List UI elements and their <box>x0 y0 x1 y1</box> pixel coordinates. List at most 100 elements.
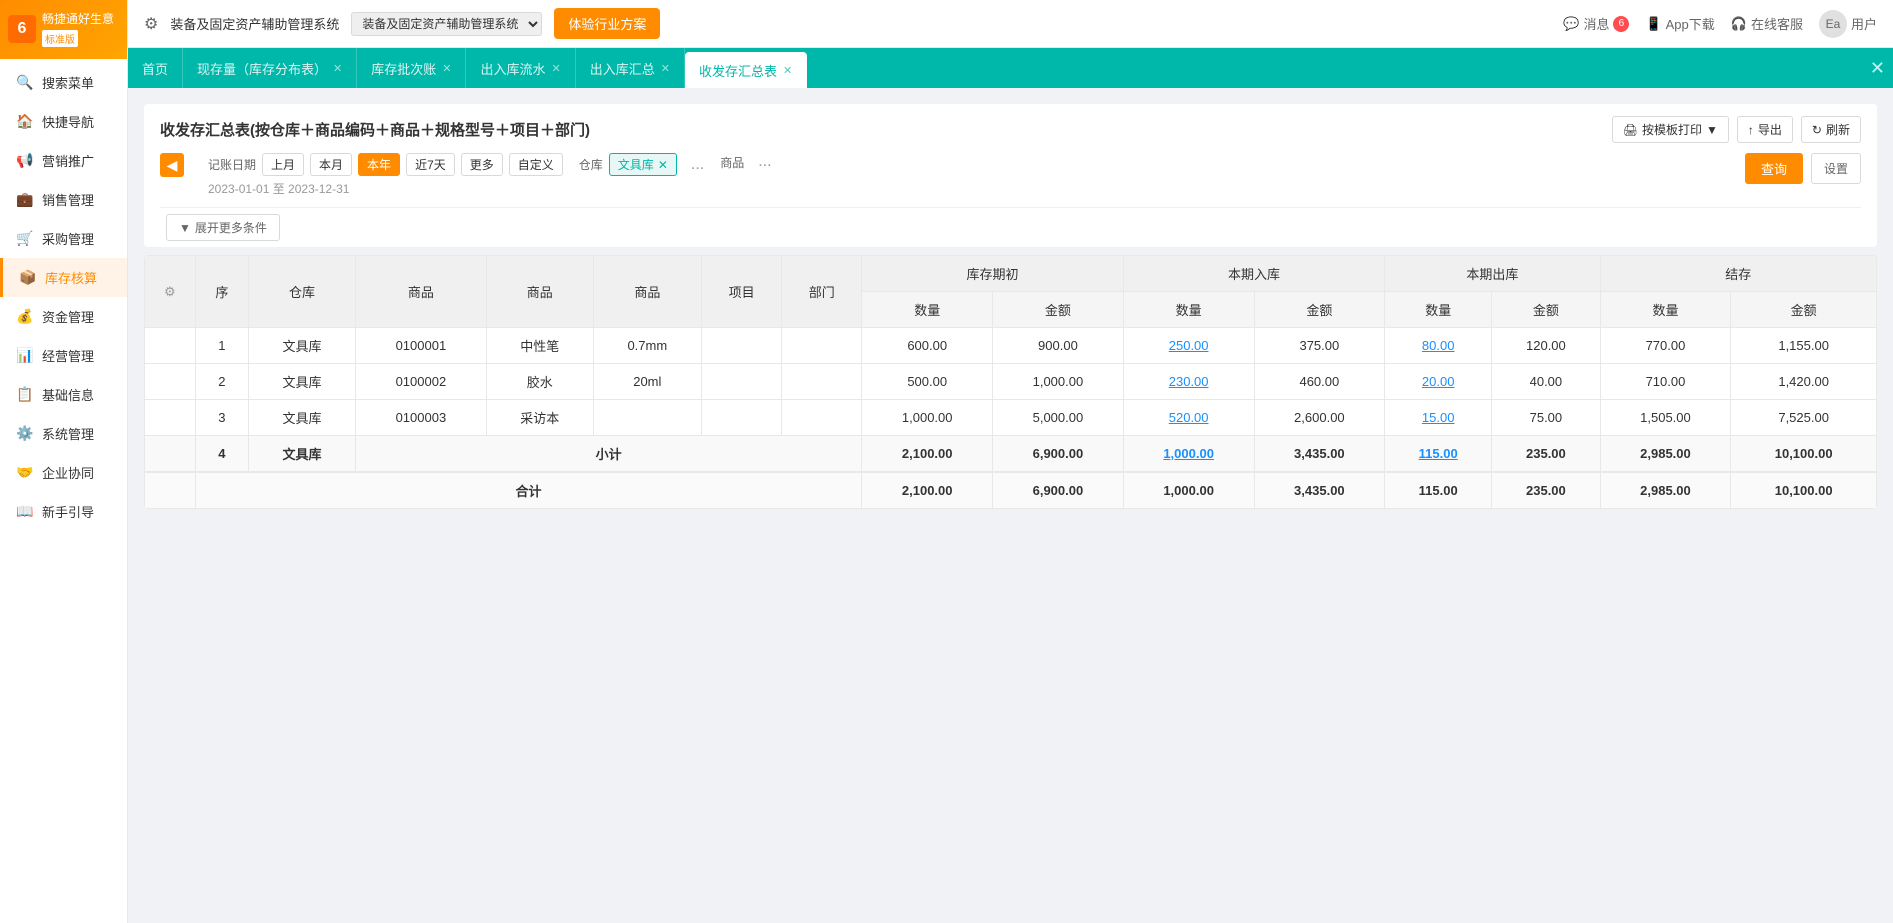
row-spec: 20ml <box>593 364 701 400</box>
setting-button[interactable]: 设置 <box>1811 153 1861 184</box>
tab-batch-close[interactable]: ✕ <box>442 62 451 75</box>
col-settings[interactable]: ⚙ <box>145 256 196 328</box>
print-template-btn[interactable]: 🖨 按模板打印 ▼ <box>1612 116 1729 143</box>
tab-home[interactable]: 首页 <box>128 48 183 88</box>
filter-collapse-btn[interactable]: ◀ <box>160 153 184 177</box>
system-icon: ⚙️ <box>16 425 34 442</box>
online-service-btn[interactable]: 🎧 在线客服 <box>1731 14 1803 33</box>
filter-panel: 收发存汇总表(按仓库＋商品编码＋商品＋规格型号＋项目＋部门) 🖨 按模板打印 ▼… <box>144 104 1877 247</box>
col-open-header: 库存期初 <box>862 256 1123 292</box>
row-bal-qty: 1,505.00 <box>1600 400 1731 436</box>
sidebar-item-quick[interactable]: 🏠 快捷导航 <box>0 102 127 141</box>
print-icon: 🖨 <box>1623 123 1638 137</box>
subtotal-out-qty[interactable]: 115.00 <box>1385 436 1492 473</box>
purchase-icon: 🛒 <box>16 230 34 247</box>
tab-inout-flow-close[interactable]: ✕ <box>552 62 561 75</box>
row-out-amt: 75.00 <box>1492 400 1600 436</box>
footer-out-qty: 115.00 <box>1385 472 1492 509</box>
row-bal-amt: 7,525.00 <box>1731 400 1877 436</box>
filter-row: ◀ 记账日期 上月 本月 本年 近7天 更多 自定义 2023-01-01 至 … <box>160 153 1861 207</box>
sidebar-item-label: 采购管理 <box>42 229 94 248</box>
sidebar-item-system[interactable]: ⚙️ 系统管理 <box>0 414 127 453</box>
topbar-right: 💬 消息 6 📱 App下载 🎧 在线客服 Ea 用户 <box>1563 10 1877 38</box>
col-warehouse-header: 仓库 <box>249 256 356 328</box>
tab-inout-flow[interactable]: 出入库流水 ✕ <box>466 48 575 88</box>
system-selector[interactable]: 装备及固定资产辅助管理系统 <box>351 12 542 36</box>
trial-button[interactable]: 体验行业方案 <box>554 8 660 39</box>
warehouse-dots-btn[interactable]: ... <box>691 156 704 174</box>
app-download-btn[interactable]: 📱 App下载 <box>1645 14 1714 33</box>
tab-inventory-dist[interactable]: 现存量（库存分布表） ✕ <box>183 48 357 88</box>
home-icon: 🏠 <box>16 113 34 130</box>
tabbar-close-btn[interactable]: ✕ <box>1862 58 1893 79</box>
row-in-qty[interactable]: 520.00 <box>1123 400 1254 436</box>
tab-receipt-summary-close[interactable]: ✕ <box>783 64 792 77</box>
warehouse-remove-btn[interactable]: ✕ <box>658 158 668 172</box>
subtotal-no: 4 <box>195 436 248 473</box>
date-btn-custom[interactable]: 自定义 <box>509 153 563 176</box>
sidebar-item-basic[interactable]: 📋 基础信息 <box>0 375 127 414</box>
refresh-label: 刷新 <box>1826 121 1850 138</box>
export-icon: ↑ <box>1748 123 1754 137</box>
tab-receipt-summary[interactable]: 收发存汇总表 ✕ <box>685 52 807 88</box>
sidebar-item-operations[interactable]: 📊 经营管理 <box>0 336 127 375</box>
user-btn[interactable]: Ea 用户 <box>1819 10 1877 38</box>
row-out-amt: 120.00 <box>1492 328 1600 364</box>
row-out-qty[interactable]: 15.00 <box>1385 400 1492 436</box>
gear-button[interactable]: ⚙ <box>144 14 158 34</box>
sidebar-item-purchase[interactable]: 🛒 采购管理 <box>0 219 127 258</box>
message-btn[interactable]: 💬 消息 6 <box>1563 14 1629 33</box>
row-in-qty[interactable]: 250.00 <box>1123 328 1254 364</box>
app-edition: 标准版 <box>42 30 78 47</box>
date-btn-this-year[interactable]: 本年 <box>358 153 400 176</box>
row-project <box>702 328 782 364</box>
finance-icon: 💰 <box>16 308 34 325</box>
goods-dots-btn[interactable]: ... <box>758 153 771 171</box>
table-row: 1 文具库 0100001 中性笔 0.7mm 600.00 900.00 25… <box>145 328 1877 364</box>
content-area: 收发存汇总表(按仓库＋商品编码＋商品＋规格型号＋项目＋部门) 🖨 按模板打印 ▼… <box>128 88 1893 923</box>
row-in-qty[interactable]: 230.00 <box>1123 364 1254 400</box>
table-row: 2 文具库 0100002 胶水 20ml 500.00 1,000.00 23… <box>145 364 1877 400</box>
date-btn-more[interactable]: 更多 <box>461 153 503 176</box>
subtotal-in-amt: 3,435.00 <box>1254 436 1385 473</box>
footer-out-amt: 235.00 <box>1492 472 1600 509</box>
sidebar-item-collab[interactable]: 🤝 企业协同 <box>0 453 127 492</box>
subtotal-in-qty[interactable]: 1,000.00 <box>1123 436 1254 473</box>
app-logo: 6 <box>8 15 36 43</box>
sidebar: 6 畅捷通好生意 标准版 🔍 搜索菜单 🏠 快捷导航 📢 营销推广 💼 销售管理… <box>0 0 128 923</box>
footer-open-qty: 2,100.00 <box>862 472 993 509</box>
tab-inventory-dist-close[interactable]: ✕ <box>333 62 342 75</box>
date-btn-7days[interactable]: 近7天 <box>406 153 455 176</box>
col-out-qty-header: 数量 <box>1385 292 1492 328</box>
marketing-icon: 📢 <box>16 152 34 169</box>
sidebar-item-finance[interactable]: 💰 资金管理 <box>0 297 127 336</box>
row-out-qty[interactable]: 20.00 <box>1385 364 1492 400</box>
sidebar-item-search[interactable]: 🔍 搜索菜单 <box>0 63 127 102</box>
sidebar-item-marketing[interactable]: 📢 营销推广 <box>0 141 127 180</box>
date-btn-last-month[interactable]: 上月 <box>262 153 304 176</box>
col-in-amt-header: 金额 <box>1254 292 1385 328</box>
export-btn[interactable]: ↑ 导出 <box>1737 116 1793 143</box>
headset-icon: 🎧 <box>1731 16 1747 32</box>
refresh-btn[interactable]: ↻ 刷新 <box>1801 116 1861 143</box>
sidebar-item-sales[interactable]: 💼 销售管理 <box>0 180 127 219</box>
row-bal-qty: 710.00 <box>1600 364 1731 400</box>
tab-inout-summary-close[interactable]: ✕ <box>661 62 670 75</box>
user-label: 用户 <box>1851 14 1877 33</box>
message-label: 消息 <box>1583 14 1609 33</box>
row-out-qty[interactable]: 80.00 <box>1385 328 1492 364</box>
subtotal-bal-amt: 10,100.00 <box>1731 436 1877 473</box>
query-button[interactable]: 查询 <box>1745 153 1803 184</box>
sidebar-item-label: 搜索菜单 <box>42 73 94 92</box>
row-open-qty: 600.00 <box>862 328 993 364</box>
footer-in-amt: 3,435.00 <box>1254 472 1385 509</box>
sidebar-item-guide[interactable]: 📖 新手引导 <box>0 492 127 531</box>
sidebar-item-inventory[interactable]: 📦 库存核算 <box>0 258 127 297</box>
date-btn-this-month[interactable]: 本月 <box>310 153 352 176</box>
row-settings <box>145 400 196 436</box>
col-balance-header: 结存 <box>1600 256 1876 292</box>
expand-conditions-btn[interactable]: ▼ 展开更多条件 <box>166 214 280 241</box>
row-warehouse: 文具库 <box>249 364 356 400</box>
tab-batch[interactable]: 库存批次账 ✕ <box>357 48 466 88</box>
tab-inout-summary[interactable]: 出入库汇总 ✕ <box>576 48 685 88</box>
